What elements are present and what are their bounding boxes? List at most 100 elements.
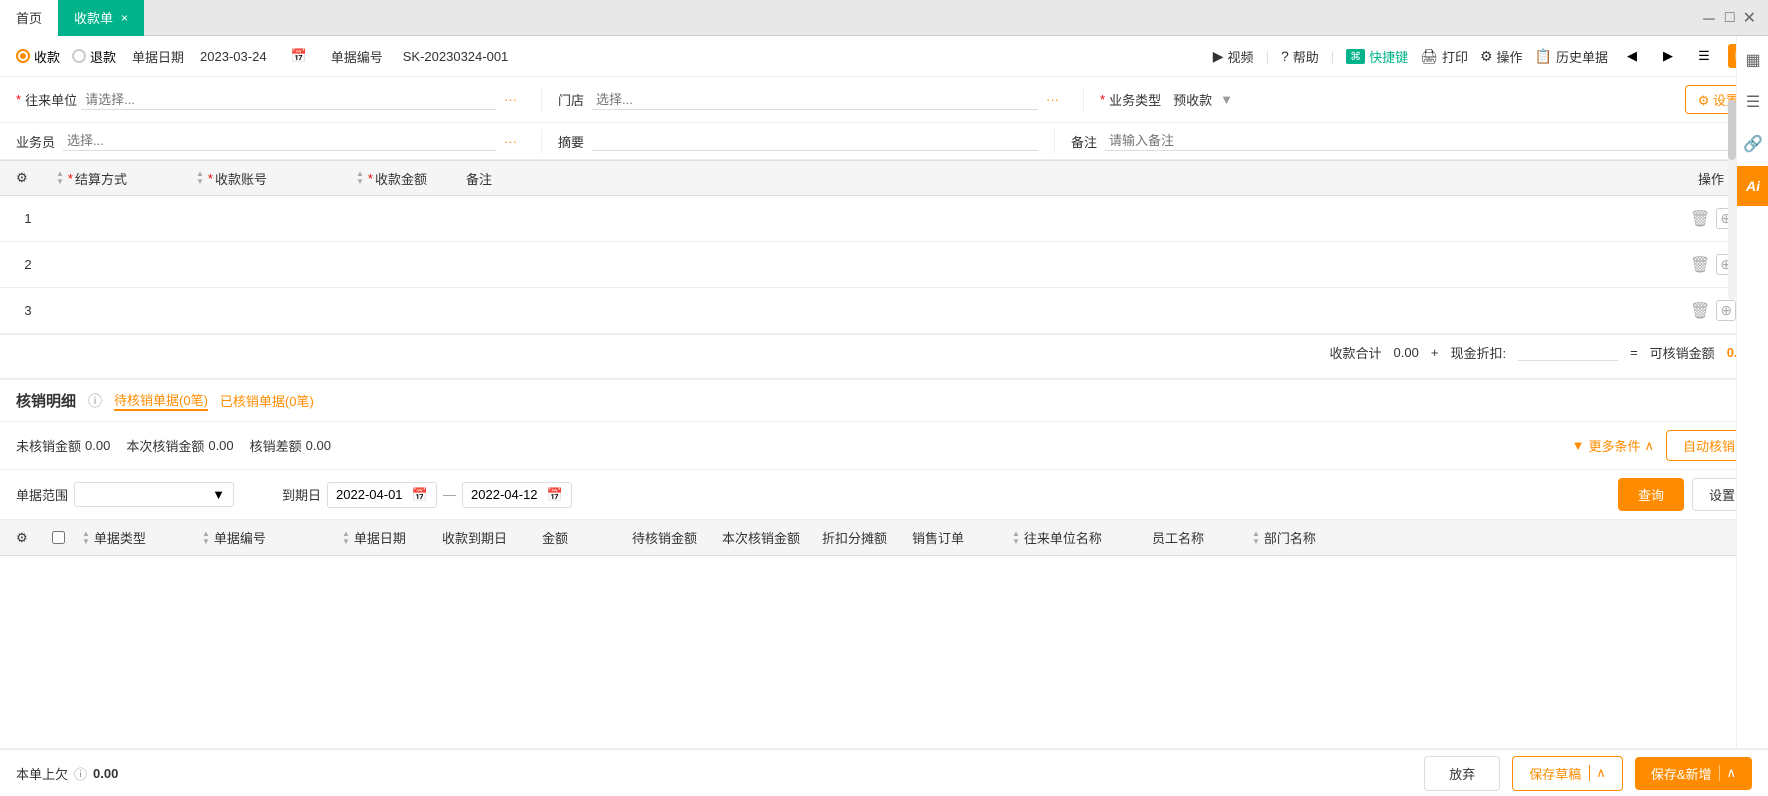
- row-2-delete-btn[interactable]: 🗑: [1690, 255, 1710, 275]
- store-more-btn[interactable]: ···: [1038, 92, 1067, 107]
- partner-more-btn[interactable]: ···: [496, 92, 525, 107]
- business-dropdown-icon[interactable]: ▼: [1220, 92, 1233, 107]
- col-writeoff-label: 本次核销金额: [722, 528, 800, 547]
- employee-input[interactable]: [63, 131, 496, 151]
- table-section: ⚙ ▲▼ * 结算方式 ▲▼ * 收款账号 ▲▼ * 收款金额 备注 操作: [0, 160, 1768, 334]
- th-account[interactable]: ▲▼ * 收款账号: [188, 169, 348, 188]
- bth-gear[interactable]: ⚙: [8, 530, 44, 546]
- filter-row: 单据范围 ▼ 到期日 2022-04-01 📅 — 2022-04-12 �: [0, 470, 1768, 520]
- more-conditions-btn[interactable]: ▼ 更多条件 ∧: [1572, 436, 1654, 455]
- notes-input[interactable]: [1105, 131, 1752, 151]
- bth-writeoff[interactable]: 本次核销金额: [714, 528, 814, 547]
- table-row: 3 🗑 ⊕: [0, 288, 1768, 334]
- print-btn[interactable]: 🖨 打印: [1420, 47, 1468, 66]
- col-discount-label: 折扣分摊额: [822, 528, 887, 547]
- completed-tab-link[interactable]: 已核销单据(0笔): [220, 391, 314, 410]
- summary-input[interactable]: [592, 131, 1038, 151]
- query-btn[interactable]: 查询: [1618, 478, 1684, 511]
- bth-order[interactable]: 销售订单: [904, 528, 1004, 547]
- row-1-delete-btn[interactable]: 🗑: [1690, 209, 1710, 229]
- bth-number[interactable]: ▲▼ 单据编号: [194, 528, 334, 547]
- shortcut-btn[interactable]: ⌘ 快捷键: [1346, 47, 1408, 66]
- radio-receipt[interactable]: 收款: [16, 47, 60, 66]
- save-new-dropdown-icon[interactable]: ∧: [1719, 765, 1736, 781]
- per-order-label: 本单上欠: [16, 764, 68, 783]
- tab-home[interactable]: 首页: [0, 0, 58, 36]
- settlement-req: *: [68, 171, 73, 186]
- bth-check[interactable]: [44, 531, 74, 544]
- partner-field: * 往来单位: [16, 90, 496, 110]
- prev-btn[interactable]: ◀: [1620, 44, 1644, 68]
- business-required: *: [1100, 92, 1105, 107]
- layout-btn[interactable]: ☰: [1692, 44, 1716, 68]
- per-order-info-icon[interactable]: ⓘ: [74, 764, 87, 783]
- divider-4: [1054, 129, 1055, 153]
- th-amount[interactable]: ▲▼ * 收款金额: [348, 169, 458, 188]
- sidebar-list-icon[interactable]: ☰: [1737, 82, 1768, 122]
- notes-field: 备注: [1071, 131, 1752, 151]
- maximize-btn[interactable]: □: [1725, 9, 1735, 27]
- row-3-delete-btn[interactable]: 🗑: [1690, 301, 1710, 321]
- scrollbar-track[interactable]: [1728, 100, 1736, 300]
- bth-duedate[interactable]: 收款到期日: [434, 528, 534, 547]
- bth-date[interactable]: ▲▼ 单据日期: [334, 528, 434, 547]
- partner-label: 往来单位: [25, 90, 77, 109]
- bth-dept[interactable]: ▲▼ 部门名称: [1244, 528, 1344, 547]
- tab-close-icon[interactable]: ×: [121, 11, 128, 25]
- next-btn[interactable]: ▶: [1656, 44, 1680, 68]
- sidebar-table-icon[interactable]: ▦: [1737, 40, 1768, 80]
- history-btn[interactable]: 📋 历史单据: [1535, 47, 1608, 66]
- operations-icon: ⚙: [1480, 48, 1493, 65]
- minimize-btn[interactable]: －: [1701, 6, 1717, 30]
- video-btn[interactable]: ▶ 视频: [1213, 47, 1254, 66]
- home-tab-label: 首页: [16, 8, 42, 27]
- scrollbar-thumb[interactable]: [1728, 100, 1736, 160]
- date-from-input[interactable]: 2022-04-01 📅: [327, 482, 437, 508]
- bth-pending[interactable]: 待核销金额: [624, 528, 714, 547]
- date-to-input[interactable]: 2022-04-12 📅: [462, 482, 572, 508]
- discount-input[interactable]: [1518, 345, 1618, 361]
- bth-type[interactable]: ▲▼ 单据类型: [74, 528, 194, 547]
- bth-amount[interactable]: 金额: [534, 528, 624, 547]
- tab-receipt[interactable]: 收款单 ×: [58, 0, 144, 36]
- save-new-btn[interactable]: 保存&新增 ∧: [1635, 757, 1752, 790]
- operations-btn[interactable]: ⚙ 操作: [1480, 47, 1523, 66]
- sidebar-attachment-icon[interactable]: 🔗: [1737, 124, 1768, 164]
- pending-tab-link[interactable]: 待核销单据(0笔): [114, 390, 208, 411]
- select-all-checkbox[interactable]: [52, 531, 65, 544]
- business-type-value: 预收款: [1173, 90, 1212, 109]
- draft-dropdown-icon[interactable]: ∧: [1589, 765, 1606, 781]
- calendar-icon[interactable]: 📅: [291, 48, 307, 64]
- col-dept-label: 部门名称: [1264, 528, 1316, 547]
- th-gear[interactable]: ⚙: [8, 170, 48, 186]
- sort-date-icon: ▲▼: [342, 530, 350, 546]
- print-label: 打印: [1442, 47, 1468, 66]
- th-settlement[interactable]: ▲▼ * 结算方式: [48, 169, 188, 188]
- bth-company[interactable]: ▲▼ 往来单位名称: [1004, 528, 1144, 547]
- sort-amount-icon: ▲▼: [356, 170, 364, 186]
- sidebar-ai-icon[interactable]: Ai: [1737, 166, 1768, 206]
- window-controls: － □ ✕: [1701, 6, 1768, 30]
- discard-btn[interactable]: 放弃: [1424, 756, 1500, 791]
- business-type-field: * 业务类型 预收款 ▼: [1100, 90, 1685, 109]
- writeoff-info-icon[interactable]: ⓘ: [88, 391, 102, 411]
- help-btn[interactable]: ? 帮助: [1281, 47, 1319, 66]
- row-3-copy-btn[interactable]: ⊕: [1716, 300, 1736, 321]
- ops-label: 操作: [1698, 169, 1724, 188]
- bth-discount[interactable]: 折扣分摊额: [814, 528, 904, 547]
- sort-company-icon: ▲▼: [1012, 530, 1020, 546]
- store-input[interactable]: [592, 90, 1038, 110]
- partner-input[interactable]: [81, 90, 496, 110]
- summary-field: 摘要: [558, 131, 1038, 151]
- filter-right: 查询 设置: [1618, 478, 1752, 511]
- range-select[interactable]: ▼: [74, 482, 234, 507]
- employee-more-btn[interactable]: ···: [496, 134, 525, 149]
- divider-3: [541, 129, 542, 153]
- draft-btn[interactable]: 保存草稿 ∧: [1512, 756, 1623, 791]
- close-btn[interactable]: ✕: [1743, 8, 1756, 28]
- radio-refund[interactable]: 退款: [72, 47, 116, 66]
- bth-employee[interactable]: 员工名称: [1144, 528, 1244, 547]
- duedate-field: 到期日 2022-04-01 📅 — 2022-04-12 📅: [282, 482, 572, 508]
- col-duedate-label: 收款到期日: [442, 528, 507, 547]
- sort-type-icon: ▲▼: [82, 530, 90, 546]
